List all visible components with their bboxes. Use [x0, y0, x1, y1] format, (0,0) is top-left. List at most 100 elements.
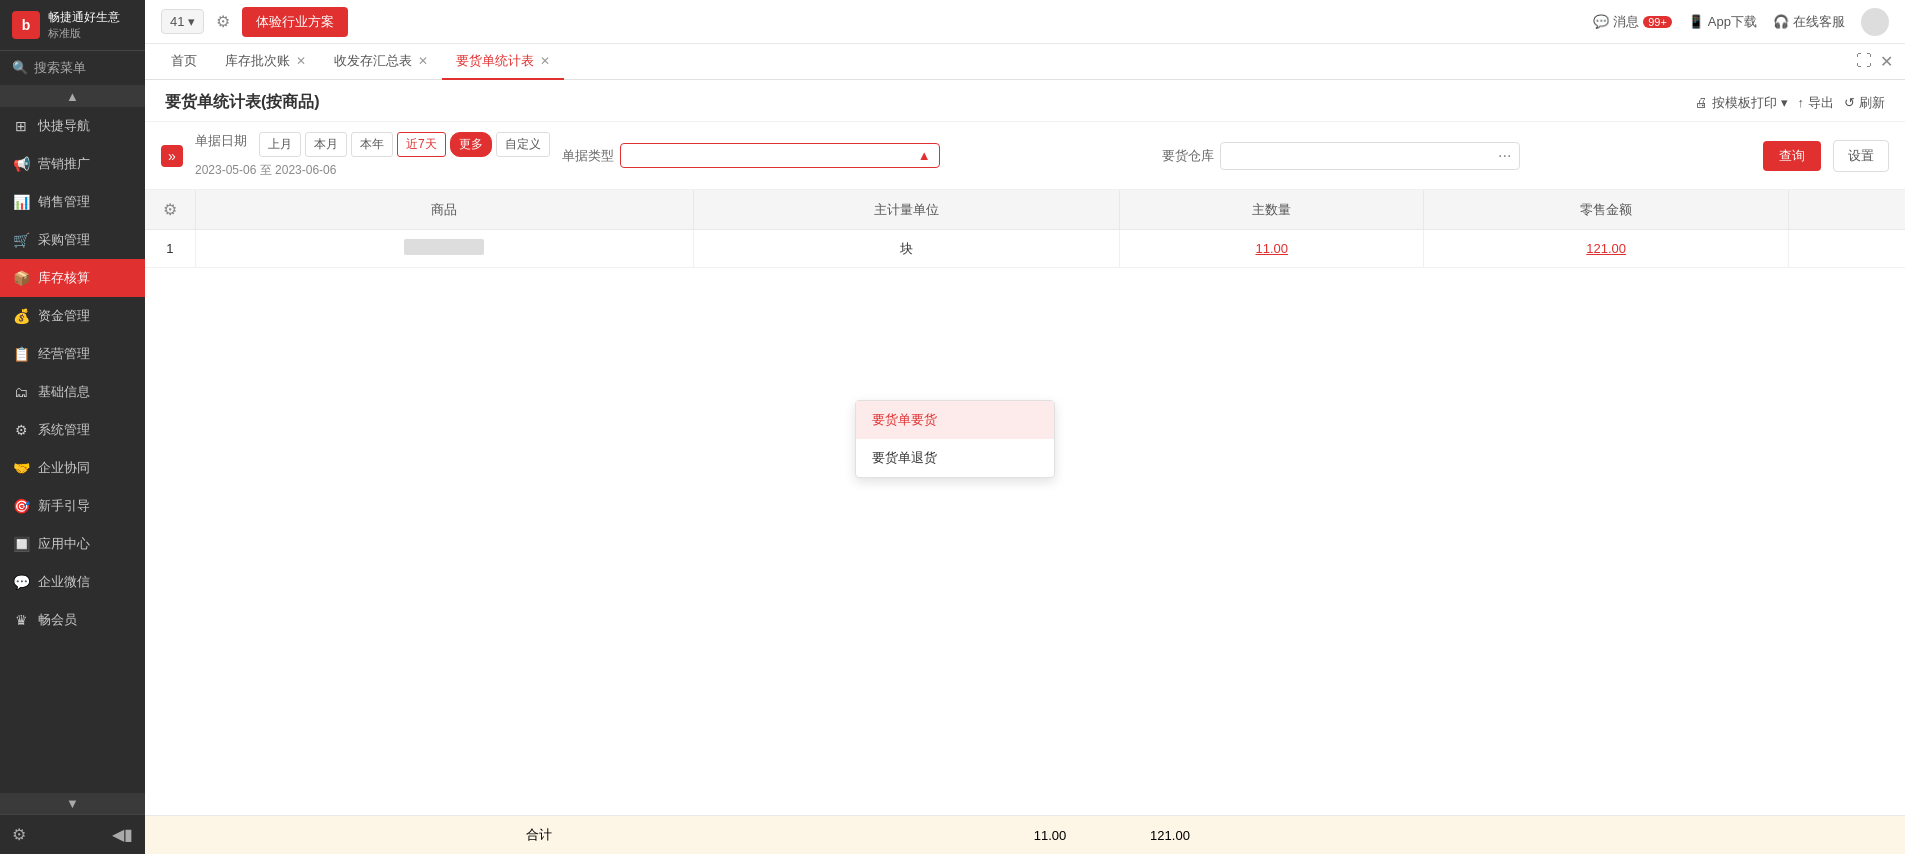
warehouse-label: 要货仓库: [1162, 147, 1214, 165]
sidebar-item-member[interactable]: ♛ 畅会员: [0, 601, 145, 639]
sidebar-item-base[interactable]: 🗂 基础信息: [0, 373, 145, 411]
sidebar-item-marketing[interactable]: 📢 营销推广: [0, 145, 145, 183]
sidebar-scroll-down[interactable]: ▼: [0, 793, 145, 814]
messages-btn[interactable]: 💬 消息 99+: [1593, 13, 1672, 31]
footer-qty: 11.00: [990, 828, 1110, 843]
online-service-btn[interactable]: 🎧 在线客服: [1773, 13, 1845, 31]
filter-warehouse-group: 要货仓库 ···: [1162, 142, 1751, 170]
sidebar-nav: ⊞ 快捷导航 📢 营销推广 📊 销售管理 🛒 采购管理 📦 库存核算 💰 资金管…: [0, 107, 145, 793]
date-btn-this-month[interactable]: 本月: [305, 132, 347, 157]
cell-unit: 块: [693, 230, 1120, 268]
industry-btn[interactable]: 体验行业方案: [242, 7, 348, 37]
wechat-icon: 💬: [12, 574, 30, 590]
messages-badge: 99+: [1643, 16, 1672, 28]
date-btn-last7days[interactable]: 近7天: [397, 132, 446, 157]
date-filter-label: 单据日期: [195, 132, 247, 150]
tab-close-all-icon[interactable]: ✕: [1880, 52, 1893, 71]
sidebar-logo: b 畅捷通好生意 标准版: [0, 0, 145, 51]
sidebar-item-finance[interactable]: 💰 资金管理: [0, 297, 145, 335]
table-header-row: ⚙ 商品 主计量单位 主数量 零售金额: [145, 190, 1905, 230]
tab-expand-icon[interactable]: ⛶: [1856, 52, 1872, 71]
tab-inventory-batch[interactable]: 库存批次账 ✕: [211, 44, 320, 80]
date-btn-last-month[interactable]: 上月: [259, 132, 301, 157]
marketing-icon: 📢: [12, 156, 30, 172]
dropdown-item-requisition-return[interactable]: 要货单退货: [856, 439, 1054, 477]
filter-date-row: 单据日期 上月 本月 本年 近7天 更多 自定义: [195, 132, 550, 157]
headset-icon: 🎧: [1773, 14, 1789, 29]
tab-home[interactable]: 首页: [157, 44, 211, 80]
filter-doctype-group: 单据类型 ▲: [562, 143, 1151, 168]
col-qty: 主数量: [1120, 190, 1424, 230]
print-btn[interactable]: 🖨 按模板打印 ▾: [1695, 94, 1788, 112]
filter-date-range: 2023-05-06 至 2023-06-06: [195, 162, 550, 179]
col-settings: ⚙: [145, 190, 195, 230]
dropdown-item-requisition-order[interactable]: 要货单要货: [856, 401, 1054, 439]
sidebar-collapse-icon[interactable]: ◀▮: [112, 825, 133, 844]
sidebar-settings-icon[interactable]: ⚙: [12, 825, 26, 844]
sidebar-item-enterprise[interactable]: 🤝 企业协同: [0, 449, 145, 487]
cell-extra: [1789, 230, 1905, 268]
sidebar: b 畅捷通好生意 标准版 🔍 搜索菜单 ▲ ⊞ 快捷导航 📢 营销推广 📊 销售…: [0, 0, 145, 854]
footer-label: 合计: [207, 826, 870, 844]
appstore-icon: 🔲: [12, 536, 30, 552]
cell-qty[interactable]: 11.00: [1120, 230, 1424, 268]
tab-requisition-stats[interactable]: 要货单统计表 ✕: [442, 44, 564, 80]
tab-close-requisition-stats[interactable]: ✕: [540, 54, 550, 68]
page-title: 要货单统计表(按商品): [165, 92, 320, 113]
sidebar-scroll-up[interactable]: ▲: [0, 86, 145, 107]
print-dropdown-icon: ▾: [1781, 95, 1788, 110]
online-service-label: 在线客服: [1793, 13, 1845, 31]
query-btn[interactable]: 查询: [1763, 141, 1821, 171]
sidebar-item-operations[interactable]: 📋 经营管理: [0, 335, 145, 373]
tab-close-inventory-batch[interactable]: ✕: [296, 54, 306, 68]
doctype-label: 单据类型: [562, 147, 614, 165]
finance-icon: 💰: [12, 308, 30, 324]
sidebar-item-system[interactable]: ⚙ 系统管理: [0, 411, 145, 449]
warehouse-select[interactable]: ···: [1220, 142, 1520, 170]
col-amount: 零售金额: [1424, 190, 1789, 230]
doctype-dropdown-menu: 要货单要货 要货单退货: [855, 400, 1055, 478]
sidebar-item-quick-nav[interactable]: ⊞ 快捷导航: [0, 107, 145, 145]
purchase-icon: 🛒: [12, 232, 30, 248]
cell-product: [195, 230, 693, 268]
operations-icon: 📋: [12, 346, 30, 362]
doctype-select[interactable]: ▲: [620, 143, 940, 168]
cell-amount[interactable]: 121.00: [1424, 230, 1789, 268]
tab-window-btns: ⛶ ✕: [1856, 52, 1893, 71]
sidebar-item-sales[interactable]: 📊 销售管理: [0, 183, 145, 221]
filter-expand-btn[interactable]: »: [161, 145, 183, 167]
system-icon: ⚙: [12, 422, 30, 438]
sidebar-item-appstore[interactable]: 🔲 应用中心: [0, 525, 145, 563]
sidebar-item-wechat[interactable]: 💬 企业微信: [0, 563, 145, 601]
quick-nav-icon: ⊞: [12, 118, 30, 134]
sidebar-search[interactable]: 🔍 搜索菜单: [0, 51, 145, 86]
table-settings-icon[interactable]: ⚙: [163, 201, 177, 218]
col-extra: [1789, 190, 1905, 230]
sidebar-item-guide[interactable]: 🎯 新手引导: [0, 487, 145, 525]
date-btn-this-year[interactable]: 本年: [351, 132, 393, 157]
date-btn-custom[interactable]: 自定义: [496, 132, 550, 157]
message-icon: 💬: [1593, 14, 1609, 29]
user-avatar[interactable]: [1861, 8, 1889, 36]
tab-close-receivable-summary[interactable]: ✕: [418, 54, 428, 68]
inventory-icon: 📦: [12, 270, 30, 286]
page-header: 要货单统计表(按商品) 🖨 按模板打印 ▾ ↑ 导出 ↺ 刷新: [145, 80, 1905, 122]
filter-date-col: 单据日期 上月 本月 本年 近7天 更多 自定义 2023-05-06 至 20…: [195, 132, 550, 179]
refresh-btn[interactable]: ↺ 刷新: [1844, 94, 1885, 112]
setting-btn[interactable]: 设置: [1833, 140, 1889, 172]
sidebar-item-inventory[interactable]: 📦 库存核算: [0, 259, 145, 297]
date-btn-more[interactable]: 更多: [450, 132, 492, 157]
messages-label: 消息: [1613, 13, 1639, 31]
footer-amount: 121.00: [1110, 828, 1230, 843]
app-download-btn[interactable]: 📱 App下载: [1688, 13, 1757, 31]
topbar-tenant-dropdown[interactable]: 41 ▾: [161, 9, 204, 34]
content-area: 要货单统计表(按商品) 🖨 按模板打印 ▾ ↑ 导出 ↺ 刷新: [145, 80, 1905, 854]
tab-receivable-summary[interactable]: 收发存汇总表 ✕: [320, 44, 442, 80]
topbar-gear-icon[interactable]: ⚙: [216, 12, 230, 31]
tabs-bar: 首页 库存批次账 ✕ 收发存汇总表 ✕ 要货单统计表 ✕ ⛶ ✕: [145, 44, 1905, 80]
sidebar-item-purchase[interactable]: 🛒 采购管理: [0, 221, 145, 259]
filter-date-btns: 上月 本月 本年 近7天 更多 自定义: [259, 132, 550, 157]
export-btn[interactable]: ↑ 导出: [1798, 94, 1835, 112]
base-icon: 🗂: [12, 384, 30, 400]
topbar-right: 💬 消息 99+ 📱 App下载 🎧 在线客服: [1593, 8, 1889, 36]
